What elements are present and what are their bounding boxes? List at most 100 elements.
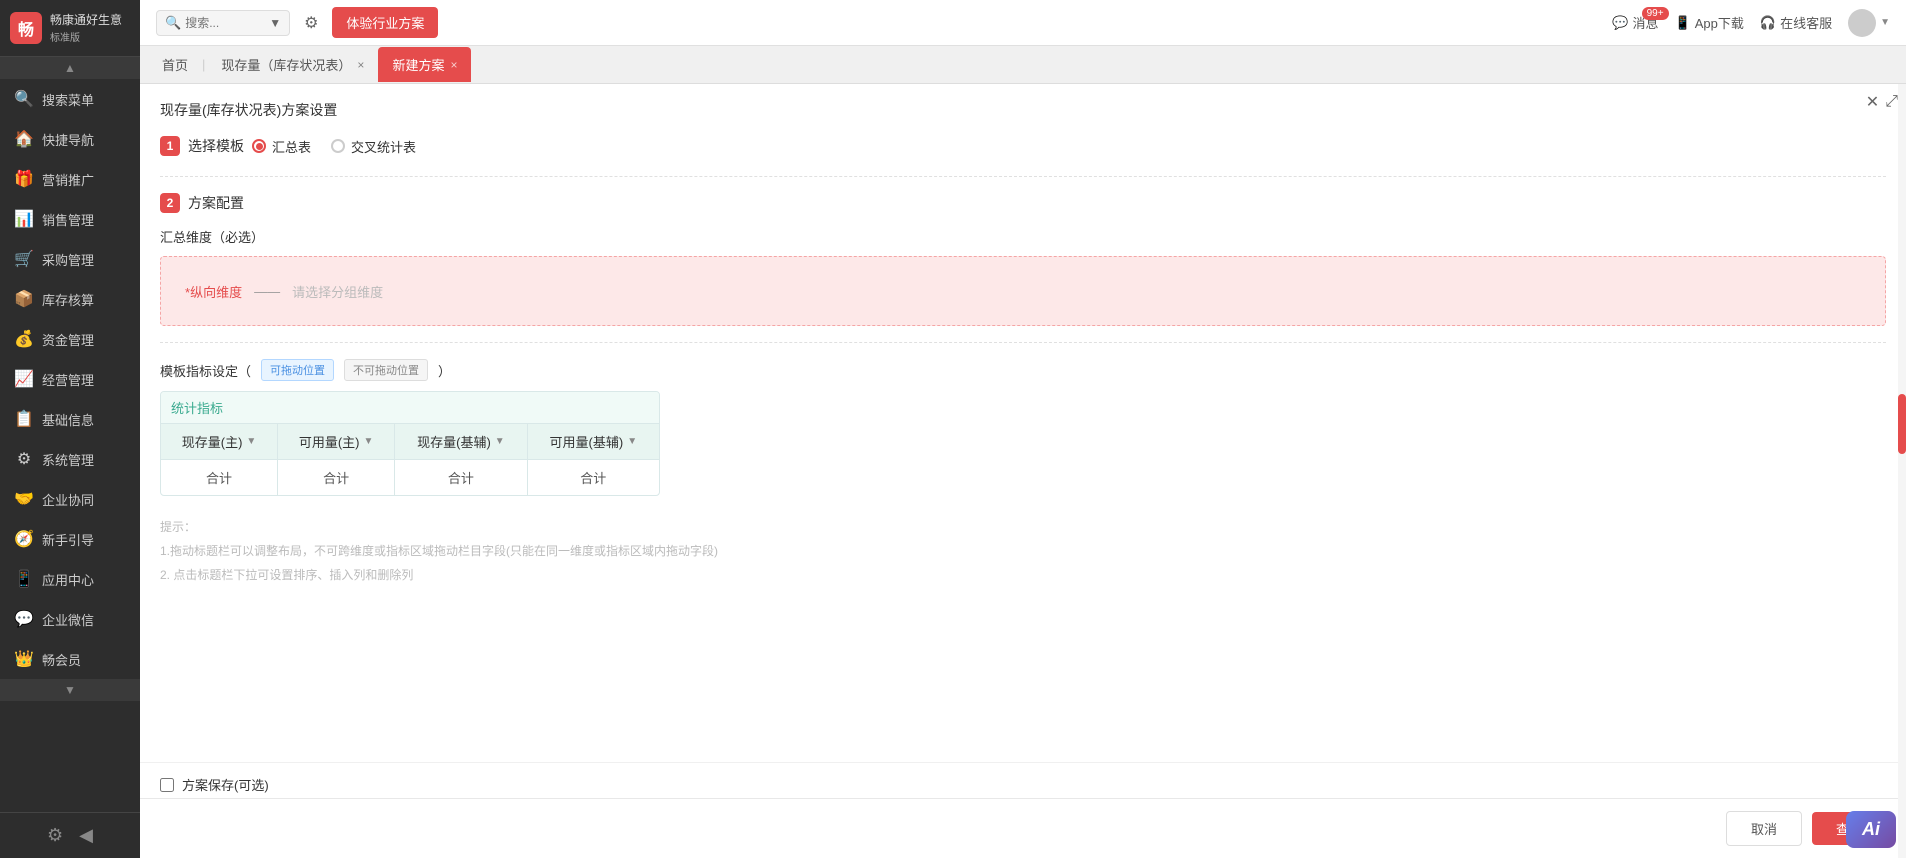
panel-expand-btn[interactable]: ⤢ [1885,92,1898,112]
sidebar-item-label: 营销推广 [42,170,94,189]
app-logo-icon: 畅 [10,12,42,44]
sidebar-item-purchase[interactable]: 🛒 采购管理 [0,239,140,279]
topbar-dropdown-btn[interactable]: ▼ [269,16,281,30]
dimension-box[interactable]: *纵向维度 —— 请选择分组维度 [160,256,1886,326]
cell-1: 合计 [278,460,395,496]
indicator-settings: 模板指标设定（ 可拖动位置 不可拖动位置 ） 统计指标 [160,359,1886,499]
radio-cross-label: 交叉统计表 [351,137,416,156]
template-radio-group: 汇总表 交叉统计表 [252,137,416,156]
system-icon: ⚙ [14,449,34,469]
sidebar-logo: 畅 畅康通好生意 标准版 [0,0,140,57]
tab-new-plan-label: 新建方案 [392,55,444,74]
radio-summary-circle[interactable] [252,139,266,153]
col-chevron-1: ▼ [364,436,374,447]
page-title: 现存量(库存状况表)方案设置 [160,100,1886,120]
save-checkbox[interactable] [160,778,174,792]
sidebar-scroll-down[interactable]: ▼ [0,679,140,701]
sidebar-item-operations[interactable]: 📈 经营管理 [0,359,140,399]
radio-summary-label: 汇总表 [272,137,311,156]
col-header-0[interactable]: 现存量(主) ▼ [161,424,278,460]
sidebar-item-app-center[interactable]: 📱 应用中心 [0,559,140,599]
topbar-left: 🔍 ▼ ⚙ 体验行业方案 [156,7,438,38]
topbar-service[interactable]: 🎧 在线客服 [1760,13,1832,32]
ai-badge[interactable]: Ai [1846,811,1896,848]
member-icon: 👑 [14,649,34,669]
topbar-user[interactable]: ▼ [1848,9,1890,37]
sidebar-item-guide[interactable]: 🧭 新手引导 [0,519,140,559]
sidebar-item-system[interactable]: ⚙ 系统管理 [0,439,140,479]
radio-cross[interactable]: 交叉统计表 [331,137,416,156]
col-label-3: 可用量(基辅) [550,432,624,451]
sidebar-item-cooperation[interactable]: 🤝 企业协同 [0,479,140,519]
tips-section: 提示： 1.拖动标题栏可以调整布局，不可跨维度或指标区域拖动栏目字段(只能在同一… [160,515,1886,587]
topbar-search-input[interactable] [185,16,265,30]
topbar-app-download[interactable]: 📱 App下载 [1675,13,1744,32]
tab-close-inventory[interactable]: × [357,58,364,72]
sidebar-item-label: 新手引导 [42,530,94,549]
sidebar-item-label: 搜索菜单 [42,90,94,109]
sidebar-item-search[interactable]: 🔍 搜索菜单 [0,79,140,119]
section-plan-config: 2 方案配置 汇总维度（必选） *纵向维度 —— 请选择分组维度 [160,193,1886,587]
sidebar-item-label: 采购管理 [42,250,94,269]
col-header-1[interactable]: 可用量(主) ▼ [278,424,395,460]
purchase-icon: 🛒 [14,249,34,269]
cell-3: 合计 [527,460,659,496]
guide-icon: 🧭 [14,529,34,549]
bottom-bar: 取消 查询 [140,798,1906,858]
tab-divider: | [202,57,205,72]
radio-cross-circle[interactable] [331,139,345,153]
sidebar-item-label: 应用中心 [42,570,94,589]
chevron-down-icon: ▼ [1880,17,1890,28]
cooperation-icon: 🤝 [14,489,34,509]
sidebar-item-sales[interactable]: 📊 销售管理 [0,199,140,239]
topbar-settings-btn[interactable]: ⚙ [300,9,322,37]
tips-title: 提示： [160,520,196,534]
cancel-button[interactable]: 取消 [1726,811,1802,846]
topbar-messages[interactable]: 💬 消息 99+ [1612,13,1658,32]
settings-footer-btn[interactable]: ⚙ [43,821,67,850]
scrollbar-right[interactable] [1898,84,1906,858]
tab-close-new-plan[interactable]: × [450,58,457,72]
tab-inventory[interactable]: 现存量（库存状况表） × [207,47,378,82]
sidebar-item-member[interactable]: 👑 畅会员 [0,639,140,679]
tab-inventory-label: 现存量（库存状况表） [221,55,351,74]
sidebar-item-wechat[interactable]: 💬 企业微信 [0,599,140,639]
col-header-3[interactable]: 可用量(基辅) ▼ [527,424,659,460]
content-area: ✕ ⤢ 现存量(库存状况表)方案设置 1 选择模板 汇总表 [140,84,1906,858]
collapse-footer-btn[interactable]: ◀ [75,821,97,850]
tab-new-plan[interactable]: 新建方案 × [378,47,471,82]
topbar-right: 💬 消息 99+ 📱 App下载 🎧 在线客服 ▼ [1612,9,1890,37]
radio-summary[interactable]: 汇总表 [252,137,311,156]
sidebar-item-basic-info[interactable]: 📋 基础信息 [0,399,140,439]
headphone-icon: 🎧 [1760,15,1776,31]
app-download-label: App下载 [1695,13,1744,32]
user-avatar [1848,9,1876,37]
indicator-settings-label: 模板指标设定（ 可拖动位置 不可拖动位置 ） [160,359,1886,381]
tab-home[interactable]: 首页 [150,47,200,82]
app-name: 畅康通好生意 [50,12,122,29]
section-number-2: 2 [160,193,180,213]
finance-icon: 💰 [14,329,34,349]
section-title-2: 方案配置 [188,193,244,213]
col-header-2[interactable]: 现存量(基辅) ▼ [395,424,527,460]
sidebar: 畅 畅康通好生意 标准版 ▲ 🔍 搜索菜单 🏠 快捷导航 🎁 营销推广 📊 销售… [0,0,140,858]
sidebar-item-quick-nav[interactable]: 🏠 快捷导航 [0,119,140,159]
main-area: 🔍 ▼ ⚙ 体验行业方案 💬 消息 99+ 📱 App下载 🎧 在线客服 [140,0,1906,858]
messages-badge: 99+ [1642,7,1669,20]
topbar-search-box[interactable]: 🔍 ▼ [156,10,290,36]
sidebar-item-inventory[interactable]: 📦 库存核算 [0,279,140,319]
topbar-trial-btn[interactable]: 体验行业方案 [332,7,438,38]
sidebar-footer: ⚙ ◀ [0,812,140,858]
sidebar-item-marketing[interactable]: 🎁 营销推广 [0,159,140,199]
sales-icon: 📊 [14,209,34,229]
sidebar-item-label: 快捷导航 [42,130,94,149]
topbar: 🔍 ▼ ⚙ 体验行业方案 💬 消息 99+ 📱 App下载 🎧 在线客服 [140,0,1906,46]
sidebar-scroll-up[interactable]: ▲ [0,57,140,79]
sidebar-item-finance[interactable]: 💰 资金管理 [0,319,140,359]
message-icon: 💬 [1612,15,1628,31]
indicator-tag-fixed: 不可拖动位置 [344,359,428,381]
operations-icon: 📈 [14,369,34,389]
section-number-1: 1 [160,136,180,156]
stats-table: 现存量(主) ▼ 可用量(主) ▼ [161,424,659,495]
panel-close-btn[interactable]: ✕ [1866,92,1879,112]
